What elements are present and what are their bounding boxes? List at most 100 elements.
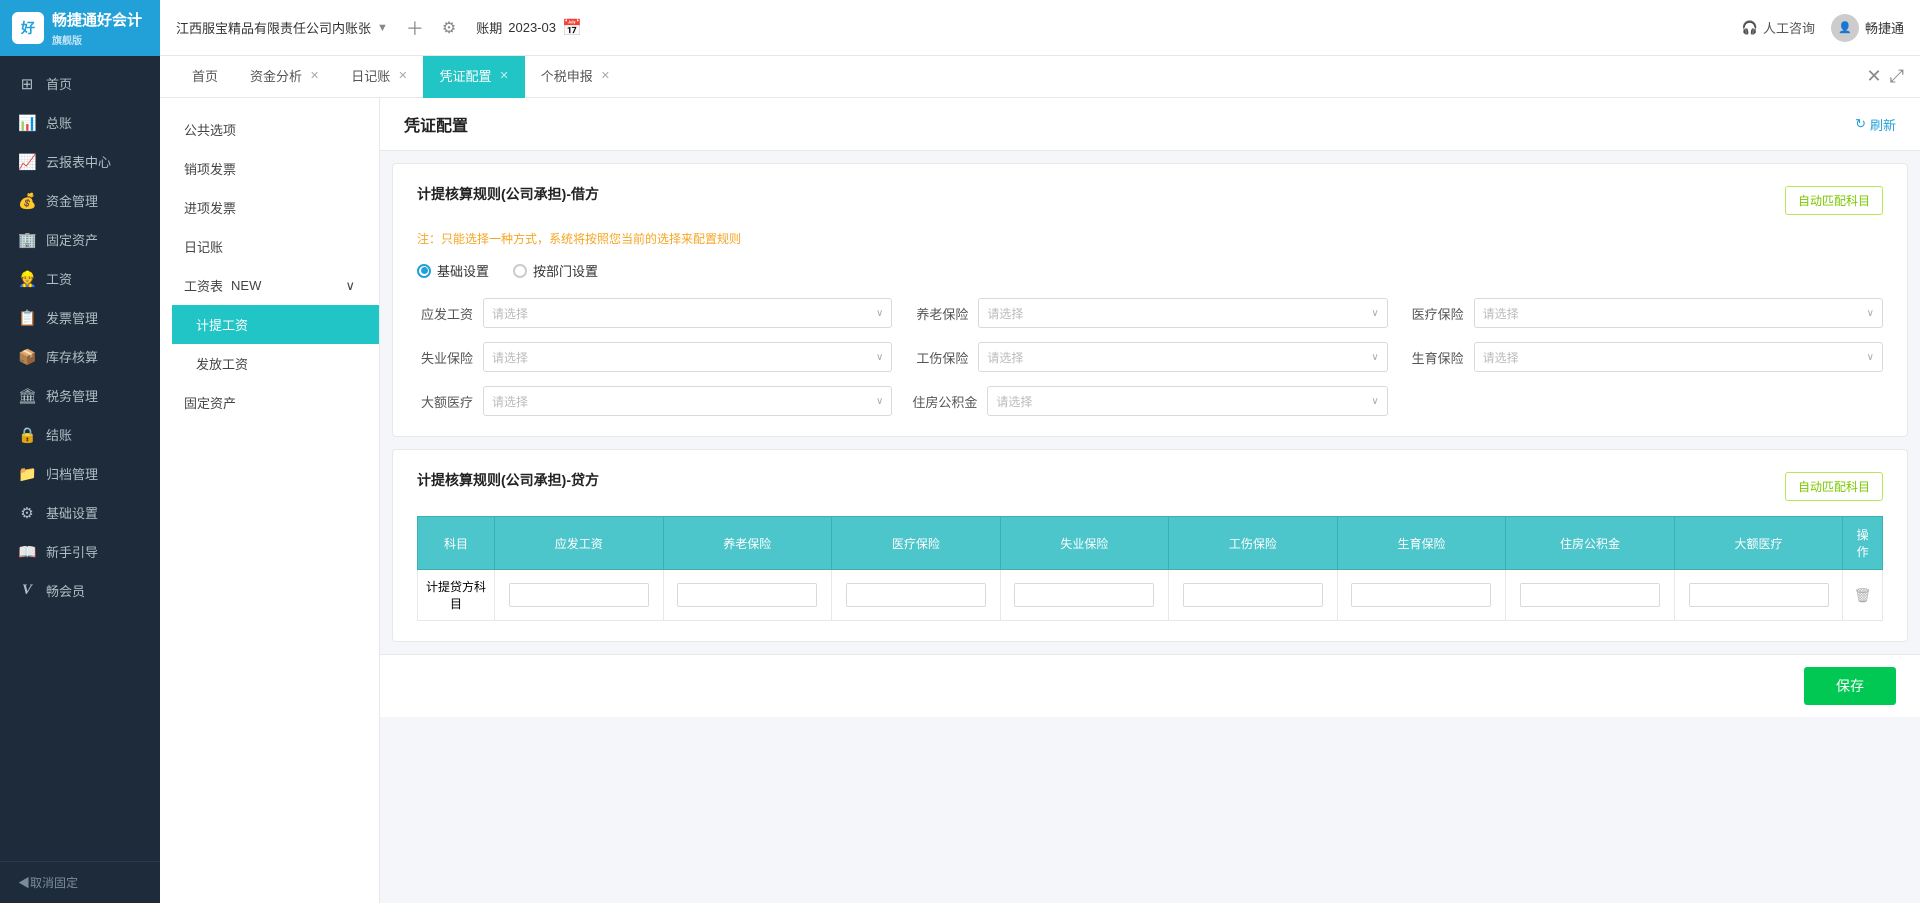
sidebar-label-ledger: 总账 <box>46 113 72 132</box>
select-unemployment-arrow: ∨ <box>876 352 883 363</box>
sidebar-item-tax[interactable]: 🏛 税务管理 <box>0 376 160 415</box>
tab-journal-label: 日记账 <box>351 66 390 85</box>
sidebar-item-assets[interactable]: 🏢 固定资产 <box>0 220 160 259</box>
refresh-button[interactable]: ↻ 刷新 <box>1855 115 1896 134</box>
tab-home[interactable]: 首页 <box>176 56 234 98</box>
tab-journal-close[interactable]: ✕ <box>398 69 407 82</box>
input-gross[interactable] <box>509 583 649 607</box>
credit-section-header: 计提核算规则(公司承担)-贷方 自动匹配科目 <box>417 470 1883 502</box>
sidebar-item-funds[interactable]: 💰 资金管理 <box>0 181 160 220</box>
tab-voucher-config[interactable]: 凭证配置 ✕ <box>423 56 524 98</box>
menu-item-accrual[interactable]: 计提工资 <box>172 305 379 344</box>
ledger-icon: 📊 <box>18 114 36 132</box>
settings-button[interactable]: ⚙ <box>442 18 456 38</box>
input-large-medical[interactable] <box>1689 583 1829 607</box>
select-housing[interactable]: 请选择 ∨ <box>987 386 1387 416</box>
sidebar-label-reports: 云报表中心 <box>46 152 111 171</box>
auto-match-credit-button[interactable]: 自动匹配科目 <box>1785 472 1883 501</box>
label-pension: 养老保险 <box>912 304 968 323</box>
form-item-pension: 养老保险 请选择 ∨ <box>912 298 1387 328</box>
form-item-gross-salary: 应发工资 请选择 ∨ <box>417 298 892 328</box>
menu-group-salary-table[interactable]: 工资表 NEW ∨ <box>160 266 379 305</box>
input-unemployment[interactable] <box>1014 583 1154 607</box>
tab-tax[interactable]: 个税申报 ✕ <box>525 56 626 98</box>
company-selector[interactable]: 江西服宝精品有限责任公司内账张 ▼ <box>176 18 388 37</box>
input-injury[interactable] <box>1183 583 1323 607</box>
select-medical[interactable]: 请选择 ∨ <box>1474 298 1883 328</box>
select-pension[interactable]: 请选择 ∨ <box>978 298 1387 328</box>
select-housing-arrow: ∨ <box>1371 396 1378 407</box>
close-window-icon[interactable]: ✕ <box>1867 66 1882 87</box>
menu-label-sales-invoice: 销项发票 <box>184 159 236 178</box>
cell-action: 🗑 <box>1843 570 1883 621</box>
sidebar-item-settings[interactable]: ⚙ 基础设置 <box>0 493 160 532</box>
sidebar-item-vip[interactable]: V 畅会员 <box>0 571 160 610</box>
save-button[interactable]: 保存 <box>1804 667 1896 705</box>
debit-section: 计提核算规则(公司承担)-借方 自动匹配科目 注：只能选择一种方式，系统将按照您… <box>392 163 1908 437</box>
tab-funds[interactable]: 资金分析 ✕ <box>234 56 335 98</box>
period-label: 账期 <box>476 18 502 37</box>
select-maternity-arrow: ∨ <box>1867 352 1874 363</box>
sidebar-label-invoice: 发票管理 <box>46 308 98 327</box>
tab-journal[interactable]: 日记账 ✕ <box>335 56 423 98</box>
sidebar-item-reports[interactable]: 📈 云报表中心 <box>0 142 160 181</box>
user-info[interactable]: 👤 畅捷通 <box>1831 14 1904 42</box>
radio-department[interactable]: 按部门设置 <box>513 261 598 280</box>
select-gross-salary[interactable]: 请选择 ∨ <box>483 298 892 328</box>
menu-item-journal[interactable]: 日记账 <box>160 227 379 266</box>
select-maternity[interactable]: 请选择 ∨ <box>1474 342 1883 372</box>
tab-tax-close[interactable]: ✕ <box>601 69 610 82</box>
cell-maternity <box>1337 570 1506 621</box>
sidebar-item-close[interactable]: 🔒 结账 <box>0 415 160 454</box>
input-medical[interactable] <box>846 583 986 607</box>
auto-match-debit-button[interactable]: 自动匹配科目 <box>1785 186 1883 215</box>
expand-window-icon[interactable]: ⤢ <box>1890 66 1904 87</box>
select-large-medical[interactable]: 请选择 ∨ <box>483 386 892 416</box>
sidebar-item-salary[interactable]: 👷 工资 <box>0 259 160 298</box>
credit-table: 科目 应发工资 养老保险 医疗保险 失业保险 工伤保险 生育保险 住房公积金 大… <box>417 516 1883 621</box>
add-tab-button[interactable]: ＋ <box>400 15 430 41</box>
menu-item-fixed-assets[interactable]: 固定资产 <box>160 383 379 422</box>
select-injury[interactable]: 请选择 ∨ <box>978 342 1387 372</box>
select-medical-placeholder: 请选择 <box>1483 305 1519 322</box>
headphone-icon: 🎧 <box>1742 20 1758 36</box>
label-injury: 工伤保险 <box>912 348 968 367</box>
select-injury-placeholder: 请选择 <box>987 349 1023 366</box>
sidebar-label-inventory: 库存核算 <box>46 347 98 366</box>
period-selector[interactable]: 账期 2023-03 📅 <box>476 18 582 38</box>
sidebar-item-guide[interactable]: 📖 新手引导 <box>0 532 160 571</box>
sidebar-item-archive[interactable]: 📁 归档管理 <box>0 454 160 493</box>
select-unemployment[interactable]: 请选择 ∨ <box>483 342 892 372</box>
form-item-large-medical: 大额医疗 请选择 ∨ <box>417 386 892 416</box>
sidebar-item-home[interactable]: ⊞ 首页 <box>0 64 160 103</box>
support-button[interactable]: 🎧 人工咨询 <box>1742 18 1815 37</box>
cancel-fixed-button[interactable]: ◀取消固定 <box>0 861 160 903</box>
menu-item-purchase-invoice[interactable]: 进项发票 <box>160 188 379 227</box>
support-label: 人工咨询 <box>1763 18 1815 37</box>
app-name: 畅捷通好会计 <box>52 9 142 30</box>
sidebar-item-ledger[interactable]: 📊 总账 <box>0 103 160 142</box>
menu-item-public[interactable]: 公共选项 <box>160 110 379 149</box>
input-housing[interactable] <box>1520 583 1660 607</box>
menu-item-payment[interactable]: 发放工资 <box>172 344 379 383</box>
assets-icon: 🏢 <box>18 231 36 249</box>
tab-home-label: 首页 <box>192 66 218 85</box>
select-gross-salary-placeholder: 请选择 <box>492 305 528 322</box>
sidebar-label-assets: 固定资产 <box>46 230 98 249</box>
menu-item-sales-invoice[interactable]: 销项发票 <box>160 149 379 188</box>
cell-pension <box>663 570 832 621</box>
sidebar-item-invoice[interactable]: 📋 发票管理 <box>0 298 160 337</box>
delete-icon[interactable]: 🗑 <box>1854 587 1872 603</box>
col-action: 操作 <box>1843 517 1883 570</box>
radio-basic[interactable]: 基础设置 <box>417 261 489 280</box>
invoice-icon: 📋 <box>18 309 36 327</box>
radio-group: 基础设置 按部门设置 <box>417 261 1883 280</box>
input-pension[interactable] <box>677 583 817 607</box>
sidebar-item-inventory[interactable]: 📦 库存核算 <box>0 337 160 376</box>
input-maternity[interactable] <box>1351 583 1491 607</box>
menu-sub-salary: 计提工资 发放工资 <box>160 305 379 383</box>
tab-funds-close[interactable]: ✕ <box>310 69 319 82</box>
select-pension-placeholder: 请选择 <box>987 305 1023 322</box>
sidebar-label-close: 结账 <box>46 425 72 444</box>
tab-voucher-config-close[interactable]: ✕ <box>500 69 509 82</box>
